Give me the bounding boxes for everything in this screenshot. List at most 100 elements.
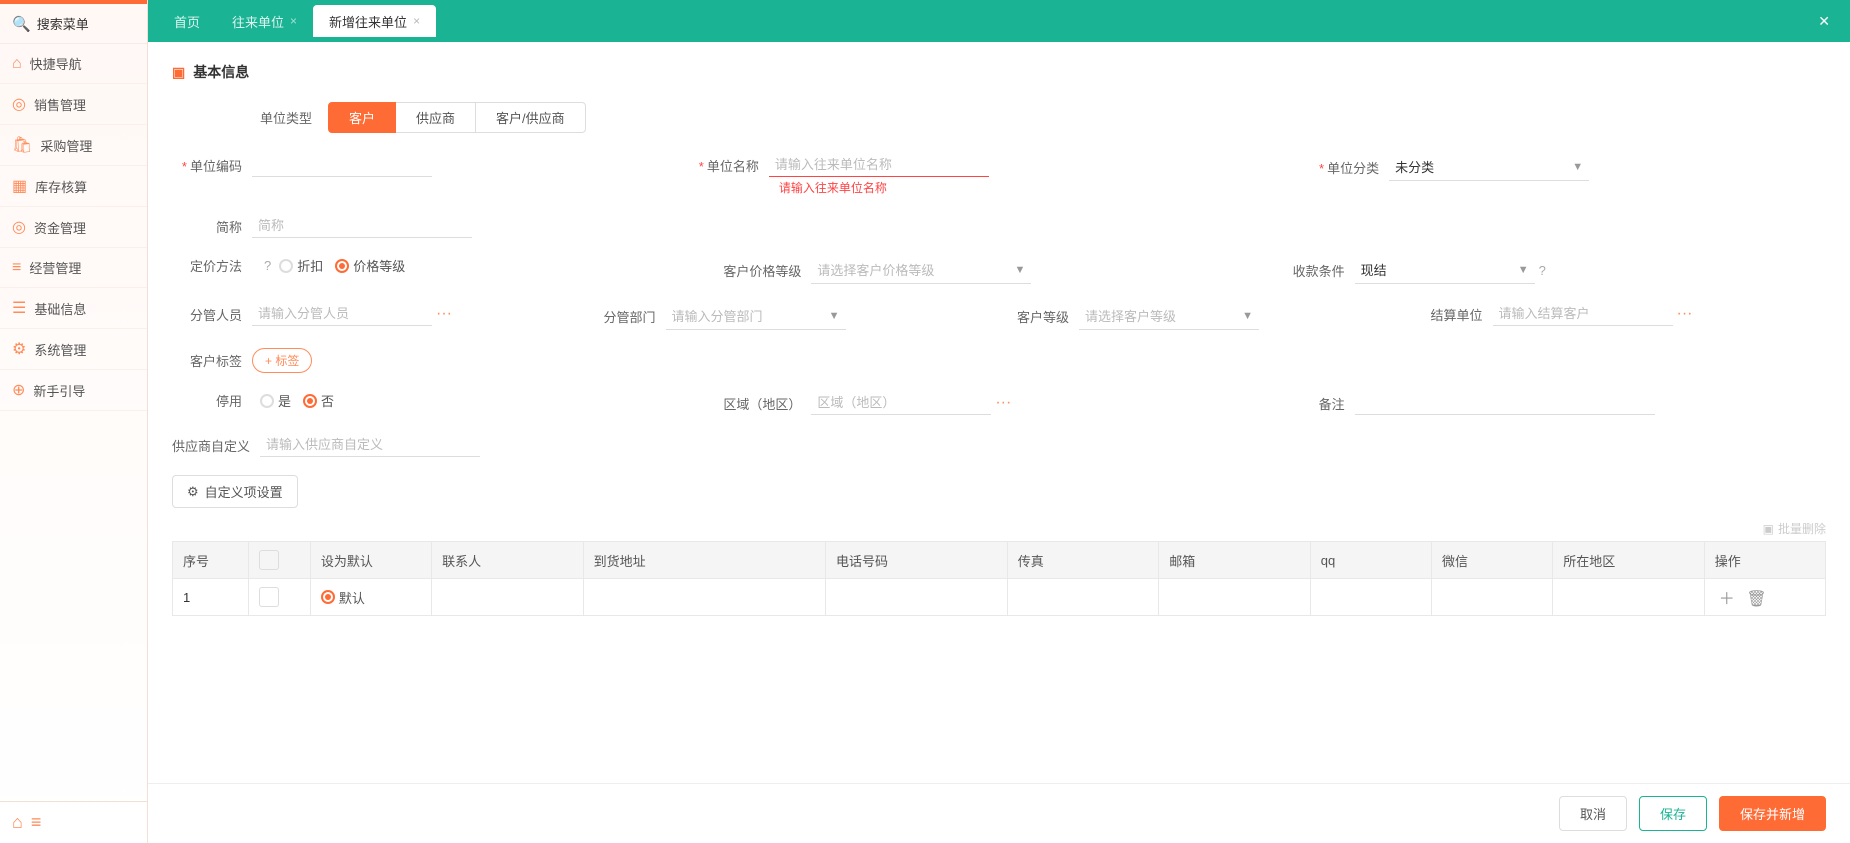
unit-code-input[interactable]: 000009 bbox=[252, 153, 432, 177]
level-radio-circle bbox=[335, 259, 349, 273]
sales-icon: ◎ bbox=[12, 94, 26, 114]
row-qq[interactable] bbox=[1310, 579, 1431, 616]
manager-input[interactable] bbox=[252, 302, 432, 326]
row-phone[interactable] bbox=[825, 579, 1007, 616]
disable-no-radio[interactable]: 否 bbox=[303, 391, 334, 410]
table-header-checkbox[interactable] bbox=[259, 550, 279, 570]
form-row-tag: 客户标签 + 标签 bbox=[172, 348, 1826, 373]
row-add-btn[interactable]: ＋ bbox=[1715, 591, 1739, 608]
batch-delete-area: ▣ 批量删除 bbox=[172, 520, 1826, 537]
col-email: 邮箱 bbox=[1159, 542, 1311, 579]
row-checkbox-input[interactable] bbox=[259, 587, 279, 607]
sidebar-item-sales[interactable]: ◎ 销售管理 bbox=[0, 84, 147, 125]
tab-partner[interactable]: 往来单位 × bbox=[216, 5, 313, 37]
note-input[interactable] bbox=[1355, 391, 1655, 415]
row-region[interactable] bbox=[1553, 579, 1705, 616]
settlement-dots-btn[interactable]: ··· bbox=[1673, 305, 1697, 323]
tag-add-btn[interactable]: + 标签 bbox=[252, 348, 312, 373]
row-wechat[interactable] bbox=[1431, 579, 1552, 616]
unit-category-select[interactable]: 未分类 ▼ bbox=[1389, 153, 1589, 181]
unit-type-row: 单位类型 客户 供应商 客户/供应商 bbox=[172, 102, 1826, 133]
main-content: 首页 往来单位 × 新增往来单位 × ✕ ▣ 基本信息 单位类型 客户 供应商 … bbox=[148, 0, 1850, 843]
bottom-bar: 取消 保存 保存并新增 bbox=[148, 783, 1850, 843]
sidebar-item-quick-nav[interactable]: ⌂ 快捷导航 bbox=[0, 44, 147, 84]
region-dots-btn[interactable]: ··· bbox=[991, 394, 1015, 412]
manager-dots-btn[interactable]: ··· bbox=[432, 305, 456, 323]
section-title: ▣ 基本信息 bbox=[172, 62, 1826, 82]
unit-type-customer-btn[interactable]: 客户 bbox=[328, 102, 396, 133]
sidebar-item-label: 销售管理 bbox=[34, 95, 86, 114]
form-area: ▣ 基本信息 单位类型 客户 供应商 客户/供应商 单位编码 000009 单位… bbox=[148, 42, 1850, 783]
field-unit-category: 单位分类 未分类 ▼ bbox=[1309, 153, 1826, 181]
row-fax[interactable] bbox=[1007, 579, 1159, 616]
search-icon: 🔍 bbox=[12, 15, 31, 33]
pricing-help-icon[interactable]: ? bbox=[264, 258, 271, 273]
sidebar-search[interactable]: 🔍 搜索菜单 bbox=[0, 4, 147, 44]
save-button[interactable]: 保存 bbox=[1639, 796, 1707, 831]
sidebar-item-purchase[interactable]: 🛍 采购管理 bbox=[0, 125, 147, 166]
field-supplier-custom: 供应商自定义 bbox=[172, 433, 1826, 457]
unit-type-both-btn[interactable]: 客户/供应商 bbox=[475, 102, 586, 133]
payment-help-icon[interactable]: ? bbox=[1539, 263, 1546, 278]
form-row-supplier-custom: 供应商自定义 bbox=[172, 433, 1826, 457]
sidebar-item-label: 资金管理 bbox=[34, 218, 86, 237]
row-email[interactable] bbox=[1159, 579, 1311, 616]
supplier-custom-input[interactable] bbox=[260, 433, 480, 457]
row-default-radio-circle bbox=[321, 590, 335, 604]
sidebar-item-inventory[interactable]: ▦ 库存核算 bbox=[0, 166, 147, 207]
unit-name-label: 单位名称 bbox=[689, 156, 769, 175]
tab-home-label: 首页 bbox=[174, 12, 200, 31]
settlement-label: 结算单位 bbox=[1413, 305, 1493, 324]
quick-nav-icon: ⌂ bbox=[12, 55, 22, 73]
custom-settings-btn[interactable]: ⚙ 自定义项设置 bbox=[172, 475, 298, 508]
sidebar-item-system[interactable]: ⚙ 系统管理 bbox=[0, 329, 147, 370]
save-new-button[interactable]: 保存并新增 bbox=[1719, 796, 1826, 831]
sidebar-item-newbie[interactable]: ⊕ 新手引导 bbox=[0, 370, 147, 411]
sidebar-home-icon[interactable]: ⌂ bbox=[12, 812, 23, 833]
row-delete-btn[interactable]: 🗑 bbox=[1742, 591, 1770, 608]
row-contact[interactable] bbox=[432, 579, 584, 616]
disable-yes-radio[interactable]: 是 bbox=[260, 391, 291, 410]
unit-category-value: 未分类 bbox=[1395, 157, 1434, 176]
tab-home[interactable]: 首页 bbox=[158, 5, 216, 37]
tab-new-partner-close[interactable]: × bbox=[413, 14, 420, 28]
custom-settings-label: 自定义项设置 bbox=[205, 482, 283, 501]
customer-price-level-select[interactable]: 请选择客户价格等级 ▼ bbox=[811, 256, 1031, 284]
field-customer-level: 客户等级 请选择客户等级 ▼ bbox=[999, 302, 1413, 330]
unit-type-supplier-btn[interactable]: 供应商 bbox=[396, 102, 475, 133]
sidebar-settings-icon[interactable]: ≡ bbox=[31, 812, 42, 833]
field-disable: 停用 是 否 bbox=[172, 391, 723, 410]
tab-partner-close[interactable]: × bbox=[290, 14, 297, 28]
region-label: 区域（地区） bbox=[723, 394, 811, 413]
customer-level-select[interactable]: 请选择客户等级 ▼ bbox=[1079, 302, 1259, 330]
supplier-custom-label: 供应商自定义 bbox=[172, 436, 260, 455]
sidebar: 🔍 搜索菜单 ⌂ 快捷导航 ◎ 销售管理 🛍 采购管理 ▦ 库存核算 ◎ 资金管… bbox=[0, 0, 148, 843]
disable-label: 停用 bbox=[172, 391, 252, 410]
payment-condition-value: 现结 bbox=[1361, 260, 1387, 279]
batch-delete-label[interactable]: 批量删除 bbox=[1778, 520, 1826, 537]
sidebar-item-base-info[interactable]: ☰ 基础信息 bbox=[0, 288, 147, 329]
sidebar-item-finance[interactable]: ◎ 资金管理 bbox=[0, 207, 147, 248]
tab-new-partner[interactable]: 新增往来单位 × bbox=[313, 5, 436, 37]
department-select[interactable]: 请输入分管部门 ▼ bbox=[666, 302, 846, 330]
pricing-radio-discount[interactable]: 折扣 bbox=[279, 256, 323, 275]
tab-partner-label: 往来单位 bbox=[232, 12, 284, 31]
payment-condition-select[interactable]: 现结 ▼ bbox=[1355, 256, 1535, 284]
settlement-input[interactable] bbox=[1493, 302, 1673, 326]
window-close-btn[interactable]: ✕ bbox=[1808, 13, 1840, 30]
disable-yes-circle bbox=[260, 394, 274, 408]
unit-category-arrow: ▼ bbox=[1572, 161, 1583, 173]
row-address[interactable] bbox=[583, 579, 825, 616]
region-input[interactable] bbox=[811, 391, 991, 415]
unit-name-input[interactable] bbox=[769, 153, 989, 177]
sidebar-bottom: ⌂ ≡ bbox=[0, 801, 147, 843]
row-default-radio[interactable]: 默认 bbox=[321, 588, 421, 607]
pricing-radio-level[interactable]: 价格等级 bbox=[335, 256, 405, 275]
payment-condition-label: 收款条件 bbox=[1275, 261, 1355, 280]
table-header-row: 序号 设为默认 联系人 到货地址 电话号码 传真 邮箱 qq 微信 所在地区 操… bbox=[173, 542, 1826, 579]
cancel-button[interactable]: 取消 bbox=[1559, 796, 1627, 831]
disable-no-label: 否 bbox=[321, 391, 334, 410]
shortname-input[interactable] bbox=[252, 214, 472, 238]
sidebar-item-operations[interactable]: ≡ 经营管理 bbox=[0, 248, 147, 288]
field-unit-name: 单位名称 请输入往来单位名称 bbox=[689, 153, 1309, 196]
